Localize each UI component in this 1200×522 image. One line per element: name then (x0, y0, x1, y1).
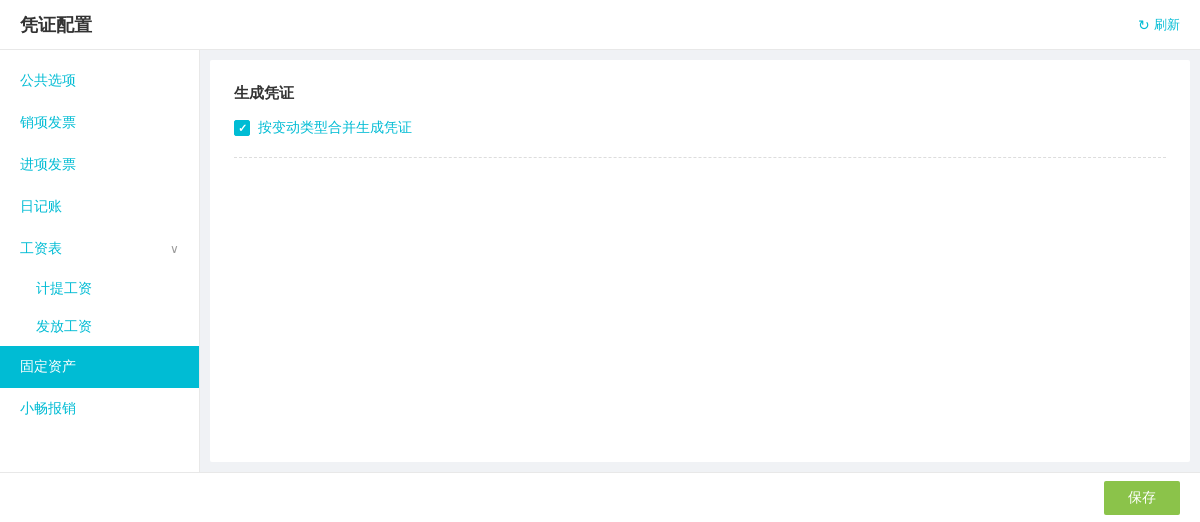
sidebar-item-expense-report[interactable]: 小畅报销 (0, 388, 199, 430)
sidebar-item-payroll-calc[interactable]: 计提工资 (0, 270, 199, 308)
sidebar-item-label: 日记账 (20, 198, 62, 216)
body: 公共选项 销项发票 进项发票 日记账 工资表 ∨ 计提工资 发放工资 (0, 50, 1200, 472)
section-title: 生成凭证 (234, 84, 1166, 103)
sidebar-item-label: 小畅报销 (20, 400, 76, 418)
sidebar-sub-item-label: 计提工资 (36, 280, 92, 296)
sidebar: 公共选项 销项发票 进项发票 日记账 工资表 ∨ 计提工资 发放工资 (0, 50, 200, 472)
section-divider (234, 157, 1166, 158)
header: 凭证配置 ↻ 刷新 (0, 0, 1200, 50)
refresh-button[interactable]: ↻ 刷新 (1138, 16, 1180, 34)
merge-by-type-checkbox[interactable] (234, 120, 250, 136)
refresh-icon: ↻ (1138, 17, 1150, 33)
page-wrapper: 凭证配置 ↻ 刷新 公共选项 销项发票 进项发票 日记账 工资表 ∨ (0, 0, 1200, 522)
page-title: 凭证配置 (20, 13, 92, 37)
sidebar-item-label: 固定资产 (20, 358, 76, 376)
sidebar-item-label: 公共选项 (20, 72, 76, 90)
sidebar-item-label: 工资表 (20, 240, 62, 258)
main-content: 生成凭证 按变动类型合并生成凭证 (210, 60, 1190, 462)
sidebar-item-payroll-pay[interactable]: 发放工资 (0, 308, 199, 346)
footer: 保存 (0, 472, 1200, 522)
checkbox-row: 按变动类型合并生成凭证 (234, 119, 1166, 137)
refresh-label: 刷新 (1154, 16, 1180, 34)
sidebar-sub-item-label: 发放工资 (36, 318, 92, 334)
sidebar-item-public-options[interactable]: 公共选项 (0, 60, 199, 102)
sidebar-item-purchase-invoice[interactable]: 进项发票 (0, 144, 199, 186)
chevron-down-icon: ∨ (170, 242, 179, 256)
sidebar-item-sales-invoice[interactable]: 销项发票 (0, 102, 199, 144)
sidebar-item-journal[interactable]: 日记账 (0, 186, 199, 228)
checkbox-label: 按变动类型合并生成凭证 (258, 119, 412, 137)
sidebar-item-fixed-assets[interactable]: 固定资产 (0, 346, 199, 388)
sidebar-item-label: 进项发票 (20, 156, 76, 174)
save-button[interactable]: 保存 (1104, 481, 1180, 515)
sidebar-item-label: 销项发票 (20, 114, 76, 132)
sidebar-item-payroll[interactable]: 工资表 ∨ (0, 228, 199, 270)
